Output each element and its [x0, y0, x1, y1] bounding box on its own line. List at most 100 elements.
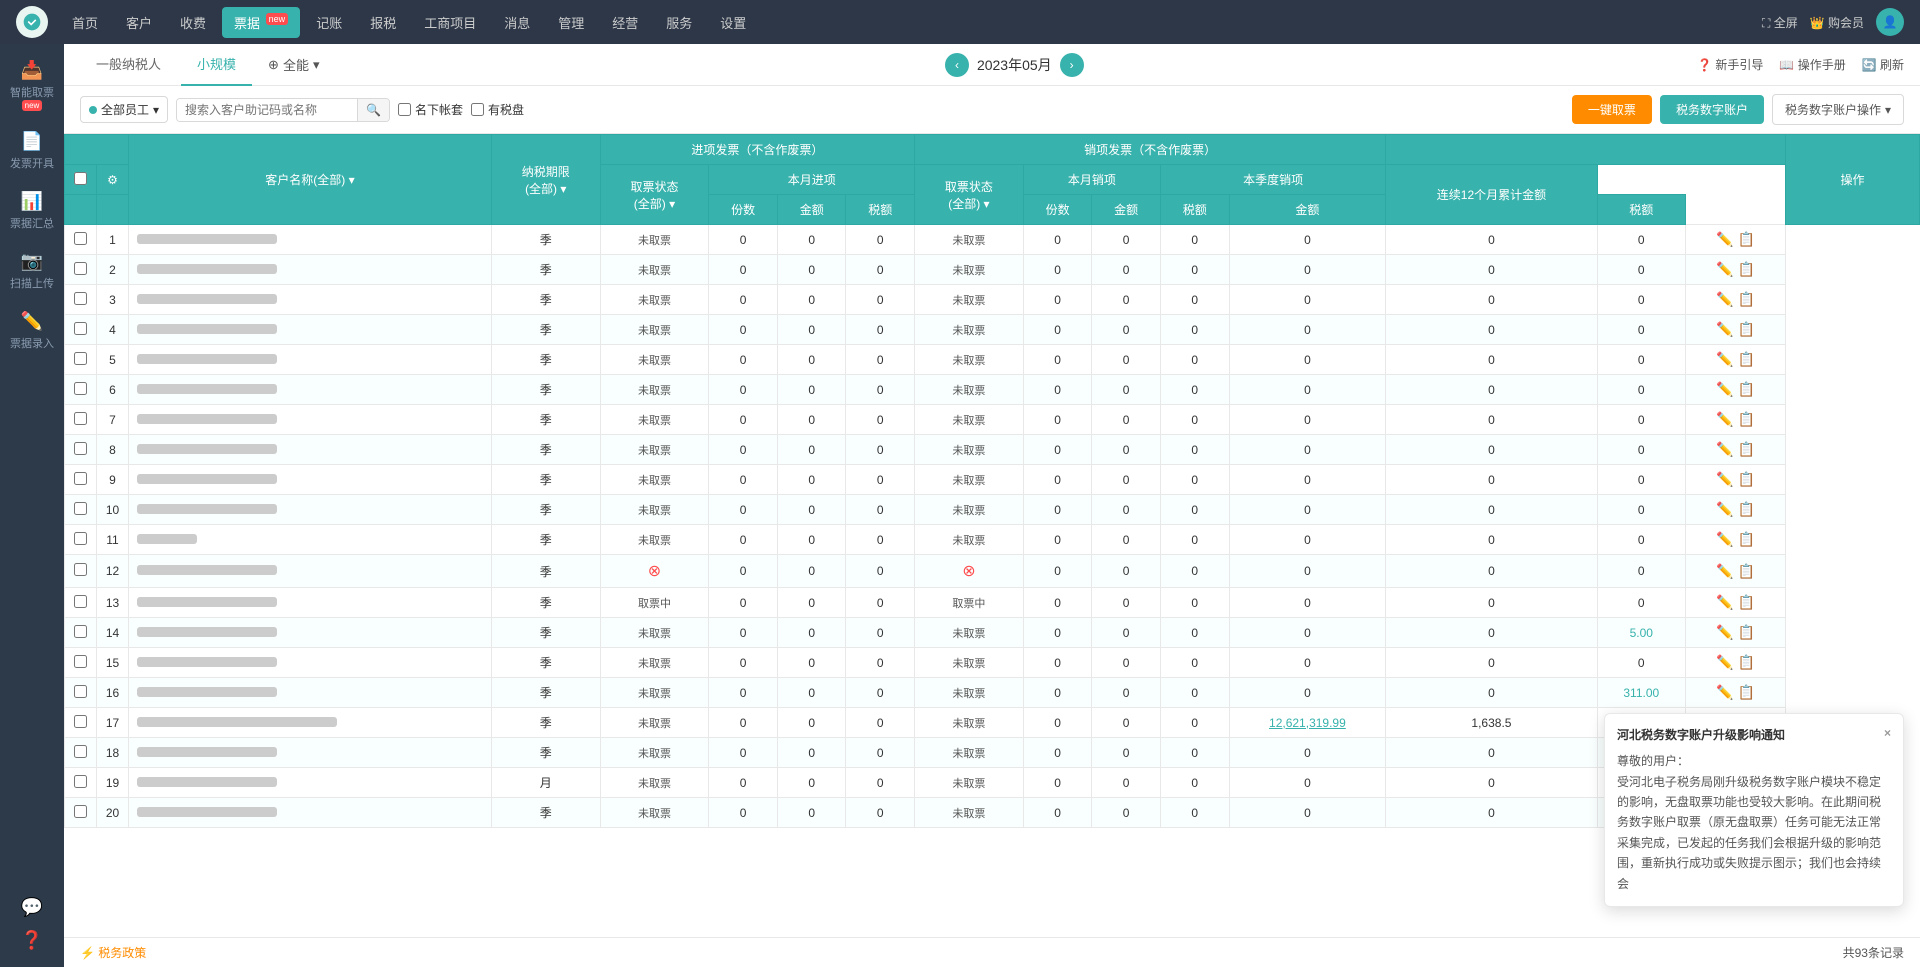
row-edit-btn[interactable]: ✏️	[1716, 381, 1733, 397]
row-copy-btn[interactable]: 📋	[1737, 231, 1754, 247]
nav-home[interactable]: 首页	[60, 7, 110, 38]
row-customer-name[interactable]	[129, 768, 492, 798]
row-edit-btn[interactable]: ✏️	[1716, 624, 1733, 640]
member-btn[interactable]: 👑 购会员	[1810, 14, 1864, 31]
nav-tax[interactable]: 报税	[358, 7, 408, 38]
row-customer-name[interactable]	[129, 375, 492, 405]
fullscreen-btn[interactable]: ⛶ 全屏	[1762, 14, 1798, 31]
sidebar-item-invoice-open[interactable]: 📄 发票开具	[0, 123, 64, 179]
tax-policy-link[interactable]: ⚡ 税务政策	[80, 944, 146, 961]
search-button[interactable]: 🔍	[357, 99, 389, 121]
app-logo[interactable]	[16, 6, 48, 38]
row-checkbox-12[interactable]	[74, 563, 87, 576]
row-checkbox-15[interactable]	[74, 655, 87, 668]
row-customer-name[interactable]	[129, 435, 492, 465]
account-checkbox-input[interactable]	[398, 103, 411, 116]
row-copy-btn[interactable]: 📋	[1737, 381, 1754, 397]
tax-digital-account-ops-btn[interactable]: 税务数字账户操作 ▾	[1772, 94, 1904, 125]
nav-business[interactable]: 工商项目	[412, 7, 488, 38]
tab-all[interactable]: ⊕ 全能 ▾	[256, 55, 331, 74]
nav-customer[interactable]: 客户	[114, 7, 164, 38]
row-edit-btn[interactable]: ✏️	[1716, 654, 1733, 670]
sidebar-item-scan-upload[interactable]: 📷 扫描上传	[0, 243, 64, 299]
select-all-checkbox[interactable]	[74, 172, 87, 185]
row-customer-name[interactable]	[129, 315, 492, 345]
period-next-btn[interactable]: ›	[1060, 53, 1084, 77]
nav-accounting[interactable]: 记账	[304, 7, 354, 38]
row-customer-name[interactable]	[129, 465, 492, 495]
row-checkbox-8[interactable]	[74, 442, 87, 455]
row-edit-btn[interactable]: ✏️	[1716, 411, 1733, 427]
tax-digital-account-btn[interactable]: 税务数字账户	[1660, 95, 1764, 124]
manual-btn[interactable]: 📖 操作手册	[1779, 56, 1845, 73]
row-edit-btn[interactable]: ✏️	[1716, 321, 1733, 337]
row-copy-btn[interactable]: 📋	[1737, 563, 1754, 579]
row-customer-name[interactable]	[129, 618, 492, 648]
row-checkbox-3[interactable]	[74, 292, 87, 305]
row-customer-name[interactable]	[129, 345, 492, 375]
row-copy-btn[interactable]: 📋	[1737, 684, 1754, 700]
nav-fee[interactable]: 收费	[168, 7, 218, 38]
row-checkbox-14[interactable]	[74, 625, 87, 638]
th-config[interactable]: ⚙	[97, 165, 129, 195]
row-customer-name[interactable]	[129, 798, 492, 828]
sidebar-bottom-icon2[interactable]: ❓	[21, 930, 43, 951]
row-checkbox-11[interactable]	[74, 532, 87, 545]
user-avatar[interactable]: 👤	[1876, 8, 1904, 36]
row-customer-name[interactable]	[129, 285, 492, 315]
row-edit-btn[interactable]: ✏️	[1716, 231, 1733, 247]
row-copy-btn[interactable]: 📋	[1737, 501, 1754, 517]
search-input[interactable]	[177, 99, 357, 121]
row-edit-btn[interactable]: ✏️	[1716, 531, 1733, 547]
row-customer-name[interactable]	[129, 405, 492, 435]
row-checkbox-5[interactable]	[74, 352, 87, 365]
row-customer-name[interactable]	[129, 525, 492, 555]
nav-manage[interactable]: 管理	[546, 7, 596, 38]
row-edit-btn[interactable]: ✏️	[1716, 594, 1733, 610]
row-copy-btn[interactable]: 📋	[1737, 624, 1754, 640]
row-edit-btn[interactable]: ✏️	[1716, 501, 1733, 517]
row-checkbox-17[interactable]	[74, 715, 87, 728]
th-in-status[interactable]: 取票状态(全部) ▾	[600, 165, 709, 225]
row-copy-btn[interactable]: 📋	[1737, 351, 1754, 367]
one-key-fetch-btn[interactable]: 一键取票	[1572, 95, 1652, 124]
row-customer-name[interactable]	[129, 225, 492, 255]
row-customer-name[interactable]	[129, 555, 492, 588]
employee-filter[interactable]: 全部员工 ▾	[80, 96, 168, 123]
sidebar-item-smart-fetch[interactable]: 📥 智能取票 new	[0, 52, 64, 119]
sidebar-item-invoice-summary[interactable]: 📊 票据汇总	[0, 183, 64, 239]
new-guide-btn[interactable]: ❓ 新手引导	[1697, 56, 1763, 73]
refresh-btn[interactable]: 🔄 刷新	[1862, 56, 1904, 73]
tab-general[interactable]: 一般纳税人	[80, 44, 177, 86]
row-checkbox-18[interactable]	[74, 745, 87, 758]
row-customer-name[interactable]	[129, 708, 492, 738]
row-copy-btn[interactable]: 📋	[1737, 594, 1754, 610]
row-checkbox-9[interactable]	[74, 472, 87, 485]
row-copy-btn[interactable]: 📋	[1737, 321, 1754, 337]
nav-operation[interactable]: 经营	[600, 7, 650, 38]
filter-account-checkbox[interactable]: 名下帐套	[398, 101, 463, 118]
row-copy-btn[interactable]: 📋	[1737, 654, 1754, 670]
nav-settings[interactable]: 设置	[708, 7, 758, 38]
nav-service[interactable]: 服务	[654, 7, 704, 38]
row-checkbox-2[interactable]	[74, 262, 87, 275]
sidebar-bottom-icon1[interactable]: 💬	[21, 897, 43, 918]
row-checkbox-7[interactable]	[74, 412, 87, 425]
row-copy-btn[interactable]: 📋	[1737, 531, 1754, 547]
nav-message[interactable]: 消息	[492, 7, 542, 38]
row-edit-btn[interactable]: ✏️	[1716, 684, 1733, 700]
sidebar-item-invoice-entry[interactable]: ✏️ 票据录入	[0, 303, 64, 359]
row-customer-name[interactable]	[129, 678, 492, 708]
th-select-all[interactable]	[65, 165, 97, 195]
th-out-status[interactable]: 取票状态(全部) ▾	[915, 165, 1024, 225]
nav-invoice[interactable]: 票据 new	[222, 7, 300, 38]
th-period[interactable]: 纳税期限(全部) ▾	[491, 135, 600, 225]
row-copy-btn[interactable]: 📋	[1737, 471, 1754, 487]
row-customer-name[interactable]	[129, 648, 492, 678]
row-copy-btn[interactable]: 📋	[1737, 261, 1754, 277]
row-edit-btn[interactable]: ✏️	[1716, 291, 1733, 307]
row-copy-btn[interactable]: 📋	[1737, 441, 1754, 457]
row-customer-name[interactable]	[129, 588, 492, 618]
popup-close-btn[interactable]: ×	[1884, 726, 1891, 743]
filter-tax-disk-checkbox[interactable]: 有税盘	[471, 101, 524, 118]
